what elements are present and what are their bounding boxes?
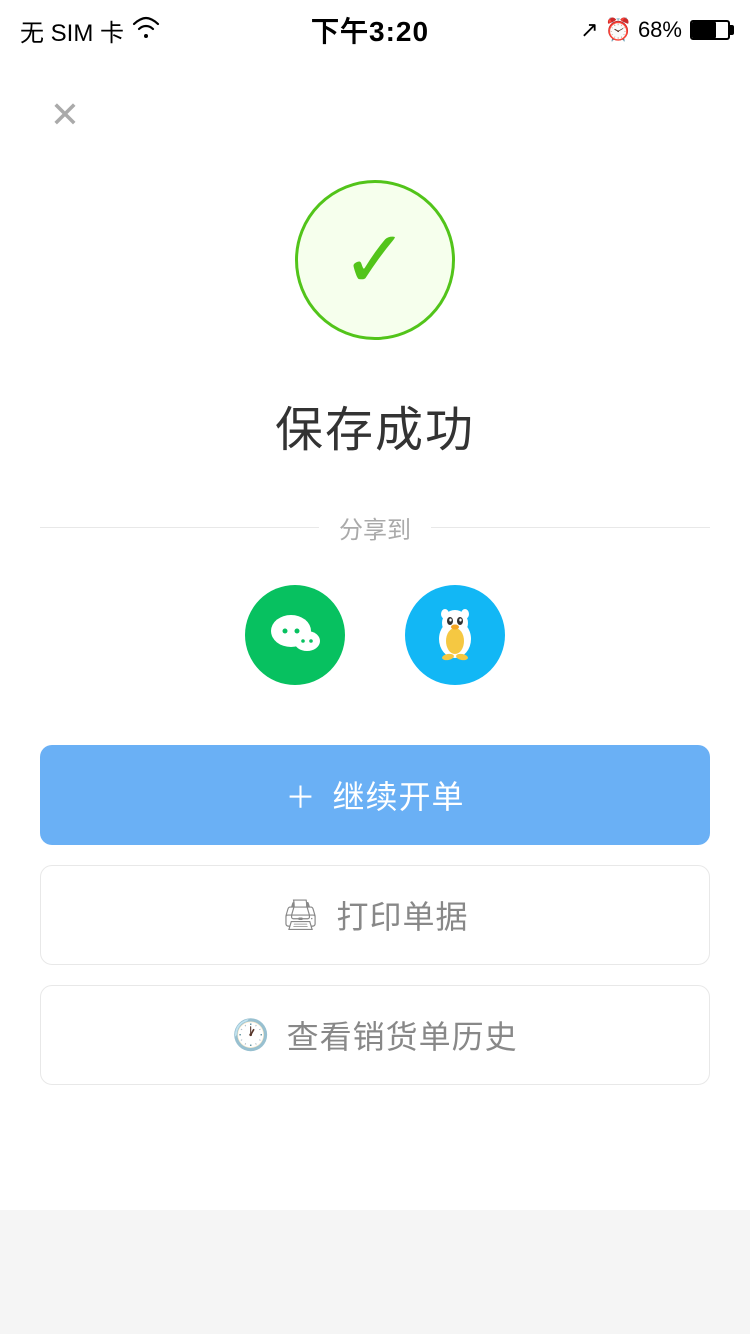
print-icon: 🖨: [281, 898, 320, 933]
share-wechat-button[interactable]: [245, 585, 345, 685]
success-title: 保存成功: [275, 390, 475, 460]
battery-icon: [688, 20, 730, 40]
action-buttons: ＋ 继续开单 🖨 打印单据 🕐 查看销货单历史: [40, 745, 710, 1085]
alarm-icon: ⏰: [605, 17, 632, 43]
close-icon: ✕: [50, 97, 80, 133]
plus-icon: ＋: [285, 773, 316, 817]
share-qq-button[interactable]: [405, 585, 505, 685]
history-label: 查看销货单历史: [287, 1012, 518, 1058]
share-icons: [40, 585, 710, 685]
bottom-area: [0, 1210, 750, 1334]
main-content: ✕ ✓ 保存成功 分享到: [0, 60, 750, 1210]
battery-percent: 68%: [638, 17, 682, 43]
share-label: 分享到: [339, 510, 411, 545]
qq-icon: [425, 605, 485, 665]
status-time: 下午3:20: [311, 10, 429, 50]
status-left: 无 SIM 卡: [20, 13, 160, 48]
history-icon: 🕐: [232, 1018, 270, 1053]
status-bar: 无 SIM 卡 下午3:20 ↗ ⏰ 68%: [0, 0, 750, 60]
share-section: 分享到: [40, 510, 710, 685]
share-divider: 分享到: [40, 510, 710, 545]
location-icon: ↗: [580, 17, 598, 43]
wechat-icon: [265, 605, 325, 665]
print-label: 打印单据: [337, 892, 469, 938]
status-right: ↗ ⏰ 68%: [580, 17, 730, 43]
carrier-text: 无 SIM 卡: [20, 13, 124, 48]
close-button[interactable]: ✕: [40, 90, 90, 140]
checkmark-icon: ✓: [341, 220, 408, 300]
continue-button[interactable]: ＋ 继续开单: [40, 745, 710, 845]
wifi-icon: [132, 16, 160, 45]
print-button[interactable]: 🖨 打印单据: [40, 865, 710, 965]
history-button[interactable]: 🕐 查看销货单历史: [40, 985, 710, 1085]
continue-label: 继续开单: [332, 772, 464, 818]
success-circle: ✓: [295, 180, 455, 340]
